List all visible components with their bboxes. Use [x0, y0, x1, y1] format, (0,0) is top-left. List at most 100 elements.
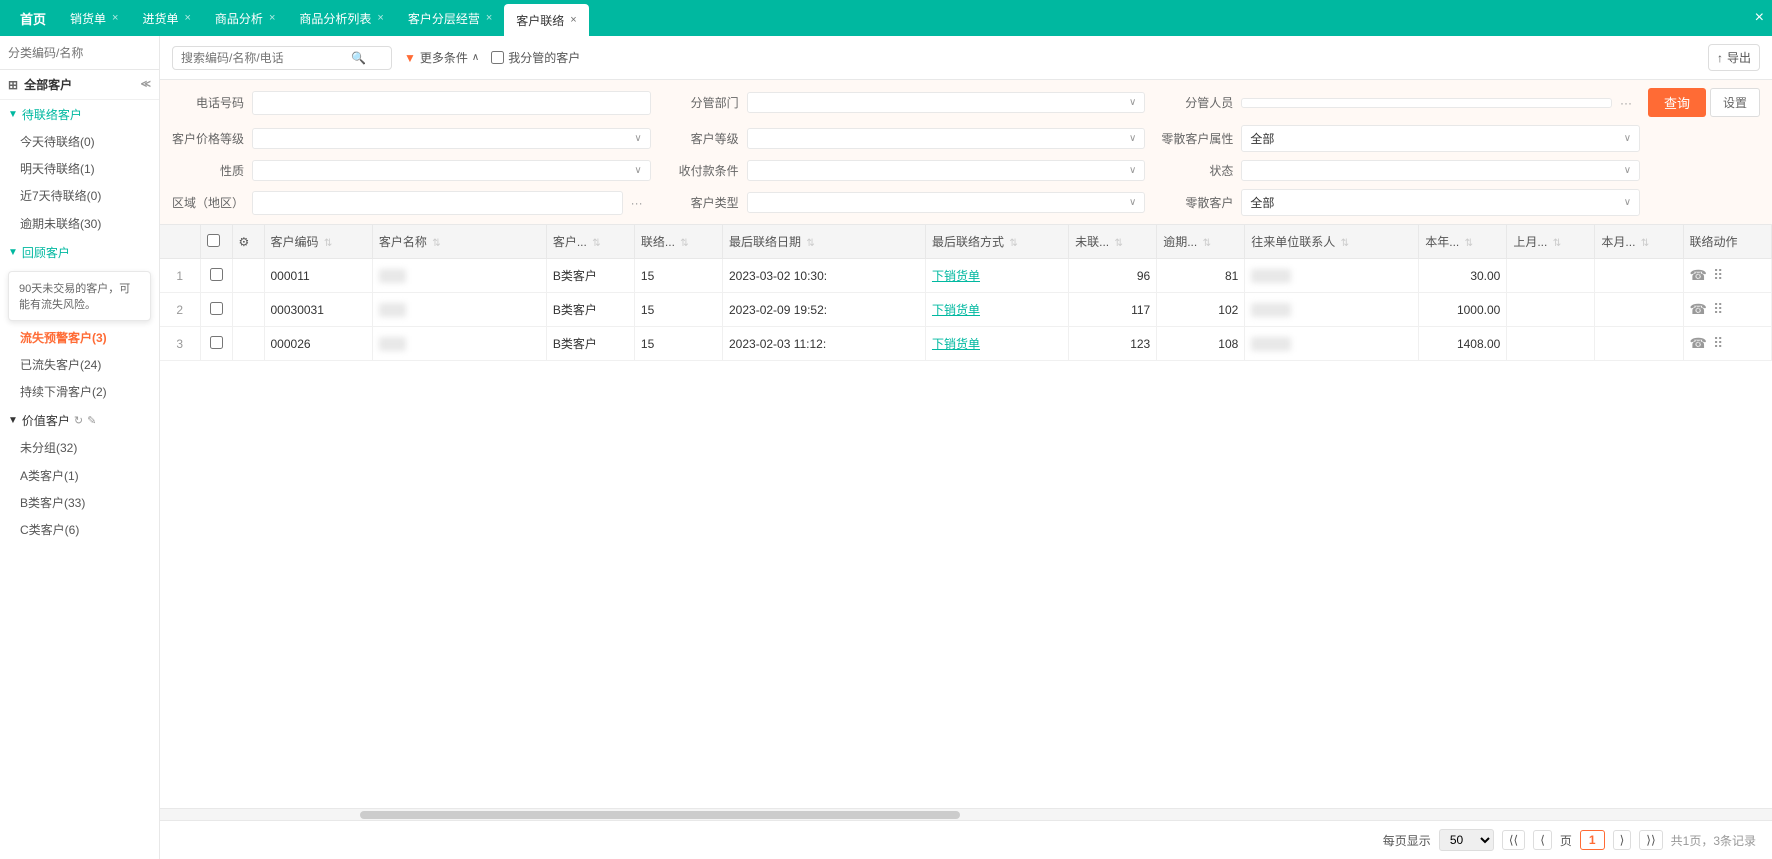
- sidebar-search-input[interactable]: [8, 46, 160, 60]
- sidebar-all-customers[interactable]: ⊞ 全部客户 ≪: [0, 70, 159, 100]
- contact-icon-1[interactable]: ☎: [1690, 267, 1707, 284]
- row-last-method-2[interactable]: 下销货单: [925, 293, 1068, 327]
- more-icon-2[interactable]: ⠿: [1713, 301, 1723, 318]
- sidebar-item-a-class[interactable]: A类客户(1): [0, 463, 159, 490]
- row-check-1[interactable]: [210, 268, 223, 281]
- tab-home[interactable]: 首页: [8, 0, 58, 36]
- search-bar: 🔍 ▼ 更多条件 ∧ 我分管的客户 ↑ 导出: [160, 36, 1772, 80]
- close-customer-contact-tab[interactable]: ×: [570, 14, 576, 26]
- export-icon: ↑: [1717, 51, 1723, 65]
- sidebar-item-tomorrow[interactable]: 明天待联络(1): [0, 156, 159, 183]
- sort-unit-contact-icon[interactable]: ⇅: [1341, 238, 1349, 249]
- row-checkbox-3[interactable]: [200, 327, 232, 361]
- sidebar-group-pending[interactable]: ▼ 待联络客户: [0, 100, 159, 129]
- sidebar-item-b-class[interactable]: B类客户(33): [0, 490, 159, 517]
- window-close-icon[interactable]: ×: [1755, 9, 1764, 27]
- row-check-3[interactable]: [210, 336, 223, 349]
- filter-payment-select[interactable]: ∨: [747, 160, 1146, 181]
- sort-date-icon[interactable]: ⇅: [806, 238, 814, 249]
- col-settings[interactable]: ⚙: [232, 225, 264, 259]
- close-analysis-list-tab[interactable]: ×: [377, 12, 383, 24]
- filter-status-select[interactable]: ∨: [1241, 160, 1640, 181]
- sidebar-item-overdue[interactable]: 逾期未联络(30): [0, 211, 159, 238]
- tab-purchase[interactable]: 进货单 ×: [130, 0, 202, 36]
- filter-retail-select[interactable]: 全部 ∨: [1241, 189, 1640, 216]
- sort-method-icon[interactable]: ⇅: [1009, 238, 1017, 249]
- filter-dept-select[interactable]: ∨: [747, 92, 1146, 113]
- filter-nature-select[interactable]: ∨: [252, 160, 651, 181]
- filter-customer-level-select[interactable]: ∨: [747, 128, 1146, 149]
- edit-icon[interactable]: ✎: [87, 414, 96, 427]
- row-checkbox-1[interactable]: [200, 259, 232, 293]
- tab-sales[interactable]: 销货单 ×: [58, 0, 130, 36]
- sort-this-year-icon[interactable]: ⇅: [1465, 238, 1473, 249]
- my-customers-checkbox[interactable]: 我分管的客户: [491, 49, 580, 66]
- horizontal-scrollbar[interactable]: [160, 808, 1772, 820]
- row-check-2[interactable]: [210, 302, 223, 315]
- col-action: 联络动作: [1683, 225, 1772, 259]
- grid-icon: ⊞: [8, 78, 18, 92]
- sidebar-item-7days[interactable]: 近7天待联络(0): [0, 183, 159, 210]
- row-this-month-3: [1595, 327, 1683, 361]
- row-last-method-3[interactable]: 下销货单: [925, 327, 1068, 361]
- contact-icon-3[interactable]: ☎: [1690, 335, 1707, 352]
- last-page-btn[interactable]: ⟩⟩: [1639, 830, 1662, 850]
- sidebar-group-review[interactable]: ▼ 回顾客户: [0, 238, 159, 267]
- sort-this-month-icon[interactable]: ⇅: [1641, 238, 1649, 249]
- search-input[interactable]: [181, 51, 351, 65]
- filter-price-select[interactable]: ∨: [252, 128, 651, 149]
- close-sales-tab[interactable]: ×: [112, 12, 118, 24]
- filter-region-input[interactable]: [252, 191, 623, 215]
- filter-person-select[interactable]: [1241, 98, 1612, 108]
- filter-person-more[interactable]: ···: [1612, 96, 1640, 110]
- export-btn[interactable]: ↑ 导出: [1708, 44, 1760, 71]
- scrollbar-thumb[interactable]: [360, 811, 960, 819]
- row-num-3: 3: [160, 327, 200, 361]
- sidebar-item-today[interactable]: 今天待联络(0): [0, 129, 159, 156]
- row-checkbox-2[interactable]: [200, 293, 232, 327]
- sidebar-item-c-class[interactable]: C类客户(6): [0, 517, 159, 544]
- row-name-3: [372, 327, 546, 361]
- sort-contact-icon[interactable]: ⇅: [680, 238, 688, 249]
- next-page-btn[interactable]: ⟩: [1613, 830, 1632, 850]
- settings-button[interactable]: 设置: [1710, 88, 1760, 117]
- row-last-method-1[interactable]: 下销货单: [925, 259, 1068, 293]
- query-button[interactable]: 查询: [1648, 88, 1706, 117]
- tab-customer-segment[interactable]: 客户分层经营 ×: [396, 0, 504, 36]
- close-analysis-tab[interactable]: ×: [269, 12, 275, 24]
- col-contact: 联络... ⇅: [634, 225, 722, 259]
- sidebar-group-value[interactable]: ▼ 价值客户 ↻ ✎: [0, 406, 159, 435]
- first-page-btn[interactable]: ⟨⟨: [1502, 830, 1525, 850]
- sort-overdue-icon[interactable]: ⇅: [1203, 238, 1211, 249]
- sidebar-item-churn-warning[interactable]: 流失预警客户(3): [0, 325, 159, 352]
- filter-retail-attr-select[interactable]: 全部 ∨: [1241, 125, 1640, 152]
- select-all-checkbox[interactable]: [207, 234, 220, 247]
- more-filter-btn[interactable]: ▼ 更多条件 ∧: [404, 49, 479, 66]
- close-purchase-tab[interactable]: ×: [184, 12, 190, 24]
- sort-name-icon[interactable]: ⇅: [432, 238, 440, 249]
- sort-last-month-icon[interactable]: ⇅: [1553, 238, 1561, 249]
- more-icon-1[interactable]: ⠿: [1713, 267, 1723, 284]
- filter-customer-type-select[interactable]: ∨: [747, 192, 1146, 213]
- sidebar-item-ungroup[interactable]: 未分组(32): [0, 435, 159, 462]
- sidebar-item-declining[interactable]: 持续下滑客户(2): [0, 379, 159, 406]
- tab-analysis-list[interactable]: 商品分析列表 ×: [287, 0, 395, 36]
- sidebar-item-churned[interactable]: 已流失客户(24): [0, 352, 159, 379]
- sort-uncontacted-icon[interactable]: ⇅: [1115, 238, 1123, 249]
- tab-customer-contact[interactable]: 客户联络 ×: [504, 4, 588, 36]
- prev-page-btn[interactable]: ⟨: [1533, 830, 1552, 850]
- filter-row-3: 性质 ∨ 收付款条件 ∨ 状态: [172, 160, 1760, 181]
- my-customers-check[interactable]: [491, 51, 504, 64]
- contact-icon-2[interactable]: ☎: [1690, 301, 1707, 318]
- tab-analysis[interactable]: 商品分析 ×: [203, 0, 287, 36]
- sort-code-icon[interactable]: ⇅: [324, 238, 332, 249]
- filter-region-more[interactable]: ···: [623, 196, 651, 210]
- refresh-icon[interactable]: ↻: [74, 414, 83, 427]
- sort-type-icon[interactable]: ⇅: [592, 238, 600, 249]
- filter-phone-input[interactable]: [252, 91, 651, 115]
- search-icon[interactable]: 🔍: [351, 51, 366, 65]
- more-icon-3[interactable]: ⠿: [1713, 335, 1723, 352]
- row-unit-contact-3: [1245, 327, 1419, 361]
- close-customer-segment-tab[interactable]: ×: [486, 12, 492, 24]
- page-size-select[interactable]: 50 100 200: [1439, 829, 1494, 851]
